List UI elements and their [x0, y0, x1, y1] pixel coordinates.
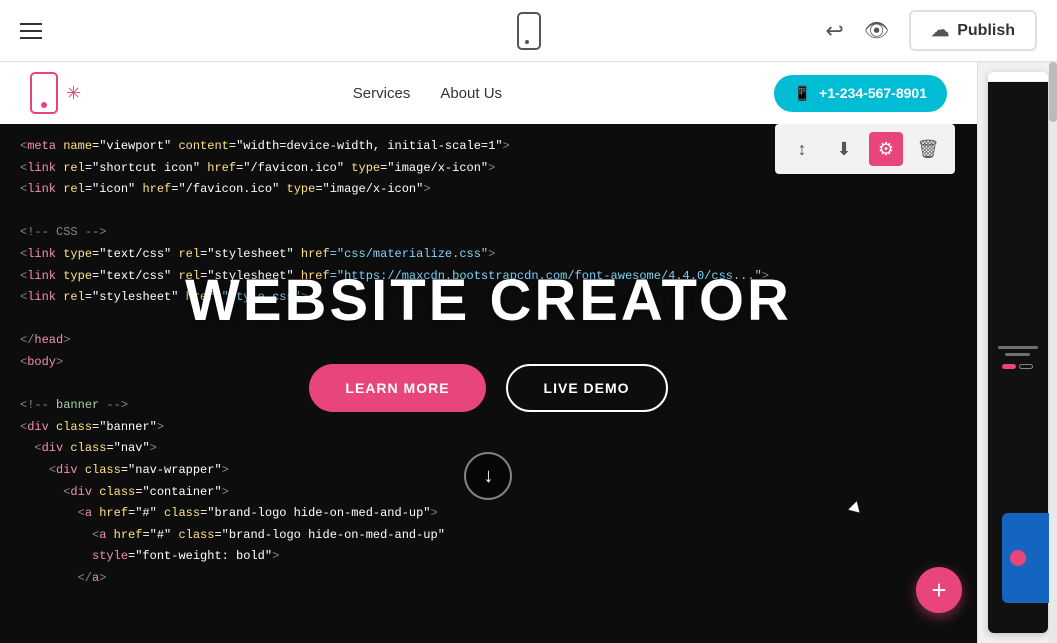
cta-phone-button[interactable]: 📱 +1-234-567-8901 [774, 75, 947, 112]
publish-button[interactable]: ☁ Publish [909, 10, 1037, 51]
move-section-button[interactable]: ↕ [785, 132, 819, 166]
delete-section-button[interactable]: 🗑 [911, 132, 945, 166]
learn-more-button[interactable]: LEARN MORE [309, 364, 485, 412]
right-panel [977, 62, 1057, 643]
scrollbar[interactable] [1049, 62, 1057, 643]
nav-services-link[interactable]: Services [353, 85, 411, 102]
website-preview: ✳ Services About Us 📱 +1-234-567-8901 <m… [0, 62, 977, 643]
logo-sun-icon: ✳ [66, 83, 81, 104]
site-navbar: ✳ Services About Us 📱 +1-234-567-8901 [0, 62, 977, 124]
preview-btn-area [1002, 364, 1033, 369]
live-demo-button[interactable]: LIVE DEMO [506, 364, 668, 412]
preview-mini-btn-1 [1002, 364, 1016, 369]
undo-icon[interactable]: ↩ [825, 18, 843, 44]
preview-nav-bar [988, 72, 1048, 82]
fab-add-button[interactable]: + [916, 567, 962, 613]
mobile-preview-icon[interactable] [517, 12, 541, 50]
device-dot [1010, 550, 1026, 566]
section-toolbar: ↕ ⬇ ⚙ 🗑 [775, 124, 955, 174]
logo-phone-icon [30, 72, 58, 114]
hero-buttons: LEARN MORE LIVE DEMO [309, 364, 667, 412]
site-logo: ✳ [30, 72, 81, 114]
toolbar-right: ↩ 👁 ☁ Publish [825, 10, 1037, 51]
hamburger-menu-icon[interactable] [20, 23, 42, 39]
toolbar-center [517, 12, 541, 50]
phone-number: +1-234-567-8901 [819, 85, 927, 101]
preview-area: ✳ Services About Us 📱 +1-234-567-8901 <m… [0, 62, 1057, 643]
preview-mini-btn-2 [1019, 364, 1033, 369]
preview-eye-icon[interactable]: 👁 [864, 18, 889, 43]
scrollbar-thumb[interactable] [1049, 62, 1057, 122]
top-toolbar: ↩ 👁 ☁ Publish [0, 0, 1057, 62]
preview-text-line-2 [1005, 353, 1030, 356]
download-section-button[interactable]: ⬇ [827, 132, 861, 166]
nav-about-link[interactable]: About Us [440, 85, 502, 102]
phone-icon: 📱 [794, 85, 811, 102]
settings-section-button[interactable]: ⚙ [869, 132, 903, 166]
site-nav-links: Services About Us [353, 85, 502, 102]
toolbar-left [20, 23, 42, 39]
hero-content: WEBSITE CREATOR LEARN MORE LIVE DEMO ↓ [185, 267, 792, 500]
publish-label: Publish [957, 22, 1015, 40]
cloud-upload-icon: ☁ [931, 20, 949, 41]
hero-section: <meta name="viewport" content="width=dev… [0, 124, 977, 643]
hero-title: WEBSITE CREATOR [185, 267, 792, 334]
scroll-down-button[interactable]: ↓ [464, 452, 512, 500]
preview-text-line-1 [998, 346, 1038, 349]
